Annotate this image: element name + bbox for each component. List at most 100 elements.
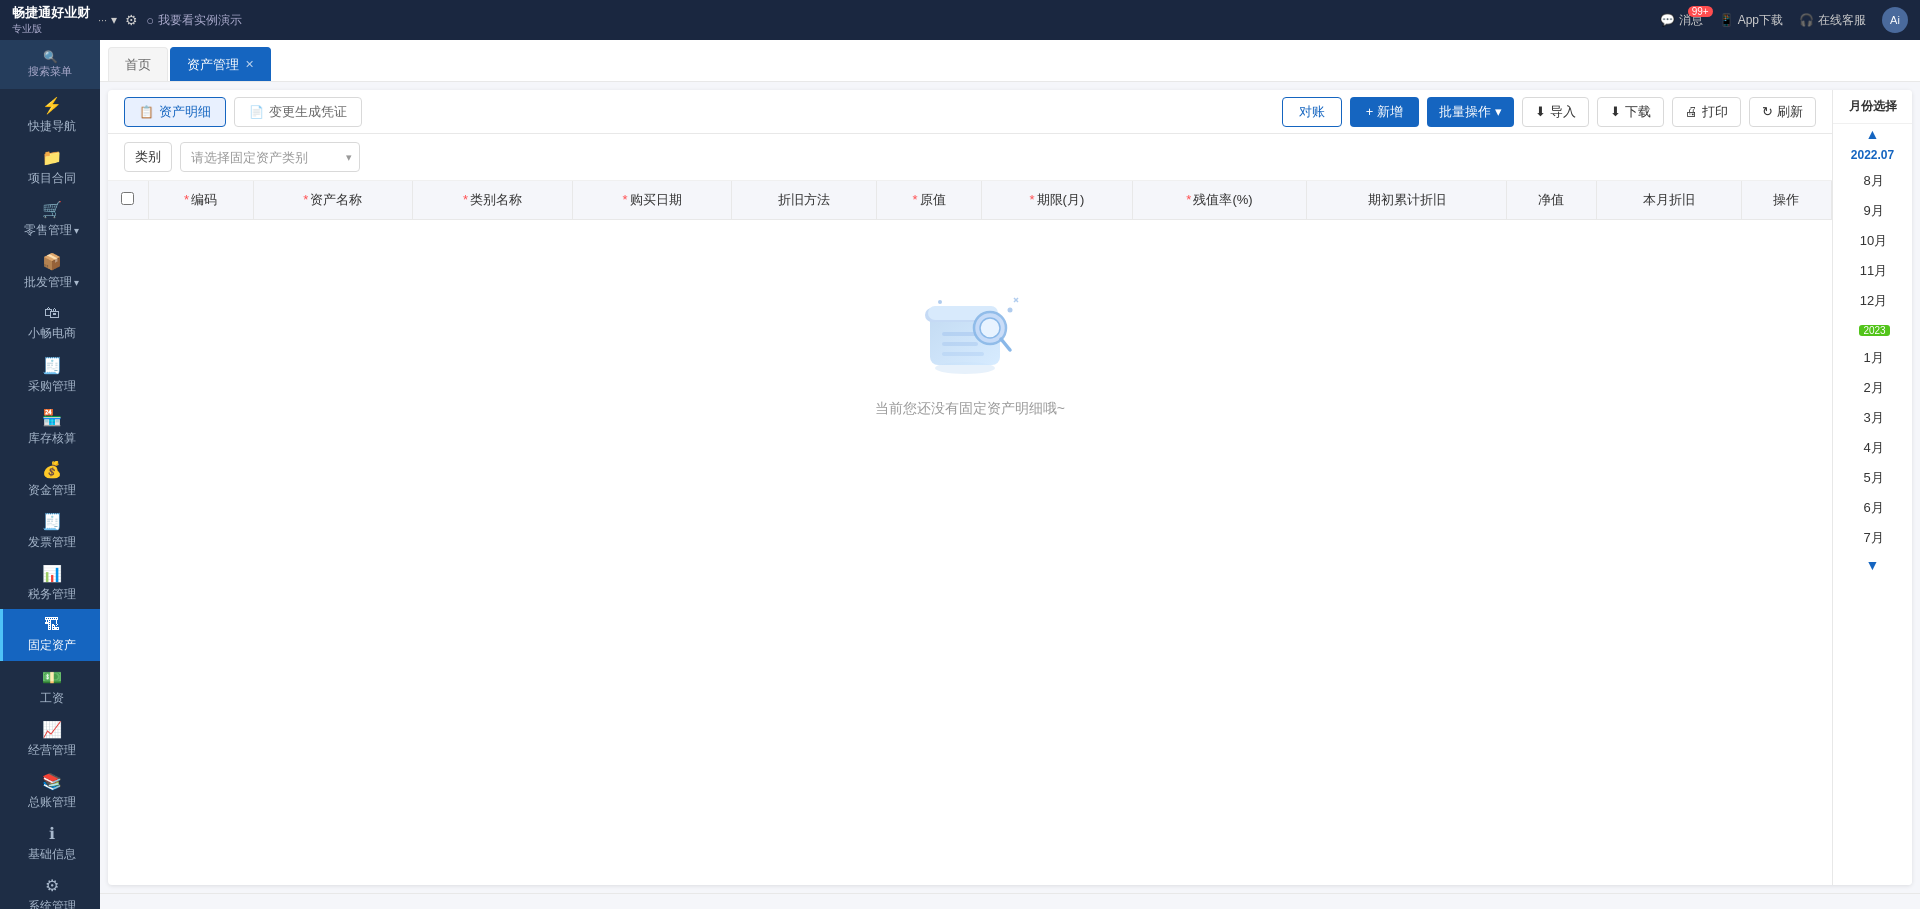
sidebar-item-invoice[interactable]: 🧾 发票管理 — [0, 505, 100, 557]
sidebar-item-ecommerce[interactable]: 🛍 小畅电商 — [0, 297, 100, 349]
month-item-9[interactable]: 9月 — [1833, 196, 1912, 226]
fixed-assets-icon: 🏗 — [44, 616, 60, 634]
print-button[interactable]: 🖨 打印 — [1672, 97, 1741, 127]
month-panel-header: 月份选择 — [1833, 90, 1912, 124]
demo-button[interactable]: ○ 我要看实例演示 — [146, 12, 242, 29]
svg-rect-5 — [942, 342, 978, 346]
add-button[interactable]: + 新增 — [1350, 97, 1419, 127]
main-layout: 🔍 搜索菜单 ⚡ 快捷导航 📁 项目合同 🛒 零售管理 ▾ 📦 批发管理 ▾ — [0, 40, 1920, 909]
tab-close-icon[interactable]: ✕ — [245, 58, 254, 71]
table-header-residual-rate: *残值率(%) — [1132, 181, 1307, 220]
table-header-monthly-depreciation: 本月折旧 — [1596, 181, 1741, 220]
sidebar-item-basic-info[interactable]: ℹ 基础信息 — [0, 817, 100, 869]
online-service-button[interactable]: 🎧 在线客服 — [1799, 12, 1866, 29]
sidebar-item-retail[interactable]: 🛒 零售管理 ▾ — [0, 193, 100, 245]
operations-icon: 📈 — [42, 720, 62, 739]
month-item-8[interactable]: 8月 — [1833, 166, 1912, 196]
nav-tabs: 首页 资产管理 ✕ — [100, 40, 1920, 82]
horizontal-scrollbar[interactable] — [100, 893, 1920, 909]
sidebar-item-tax[interactable]: 📊 税务管理 — [0, 557, 100, 609]
company-dropdown[interactable]: ··· ▾ — [98, 13, 117, 27]
sidebar-item-ledger[interactable]: 📚 总账管理 — [0, 765, 100, 817]
download-icon: ⬇ — [1610, 104, 1621, 119]
month-item-1[interactable]: 1月 — [1833, 343, 1912, 373]
import-button[interactable]: ⬇ 导入 — [1522, 97, 1589, 127]
table-header-operation: 操作 — [1741, 181, 1831, 220]
duizhang-button[interactable]: 对账 — [1282, 97, 1342, 127]
month-item-12[interactable]: 12月 — [1833, 286, 1912, 316]
empty-state: 当前您还没有固定资产明细哦~ — [108, 220, 1832, 458]
refresh-button[interactable]: ↻ 刷新 — [1749, 97, 1816, 127]
month-item-5[interactable]: 5月 — [1833, 463, 1912, 493]
sidebar-item-quick-nav[interactable]: ⚡ 快捷导航 — [0, 89, 100, 141]
month-item-3[interactable]: 3月 — [1833, 403, 1912, 433]
sidebar-item-purchase[interactable]: 🧾 采购管理 — [0, 349, 100, 401]
category-select-wrap: 请选择固定资产类别 ▾ — [180, 142, 360, 172]
sidebar-item-system[interactable]: ⚙ 系统管理 — [0, 869, 100, 909]
sidebar-item-fund[interactable]: 💰 资金管理 — [0, 453, 100, 505]
svg-rect-6 — [942, 352, 984, 356]
sidebar-item-fixed-assets[interactable]: 🏗 固定资产 — [0, 609, 100, 661]
basic-info-icon: ℹ — [49, 824, 55, 843]
month-nav-down[interactable]: ▼ — [1862, 553, 1884, 577]
user-avatar[interactable]: Ai — [1882, 7, 1908, 33]
batch-button[interactable]: 批量操作 ▾ — [1427, 97, 1514, 127]
table-header-code: *编码 — [148, 181, 253, 220]
month-item-7[interactable]: 7月 — [1833, 523, 1912, 553]
table-header-name: *资产名称 — [253, 181, 413, 220]
sub-tab-asset-detail[interactable]: 📋 资产明细 — [124, 97, 226, 127]
month-item-2[interactable]: 2月 — [1833, 373, 1912, 403]
headset-icon: 🎧 — [1799, 13, 1814, 27]
tab-home[interactable]: 首页 — [108, 47, 168, 81]
quick-nav-icon: ⚡ — [42, 96, 62, 115]
ecommerce-icon: 🛍 — [44, 304, 60, 322]
sub-tab-change-voucher[interactable]: 📄 变更生成凭证 — [234, 97, 362, 127]
svg-point-8 — [980, 318, 1000, 338]
table-header-purchase-date: *购买日期 — [572, 181, 732, 220]
download-button[interactable]: ⬇ 下载 — [1597, 97, 1664, 127]
message-button[interactable]: 💬 消息 99+ — [1660, 12, 1703, 29]
import-icon: ⬇ — [1535, 104, 1546, 119]
year-badge-2023: 2023 — [1859, 325, 1889, 336]
month-nav-up[interactable]: ▲ — [1864, 124, 1882, 144]
topbar: 畅捷通好业财 专业版 ··· ▾ ⚙ ○ 我要看实例演示 💬 消息 99+ 📱 … — [0, 0, 1920, 40]
tab-asset-management[interactable]: 资产管理 ✕ — [170, 47, 271, 81]
assets-table: *编码 *资产名称 *类别名称 *购买日期 折旧方法 *原值 *期限(月) *残… — [108, 181, 1832, 458]
page-content: 📋 资产明细 📄 变更生成凭证 对账 + 新增 批量操 — [108, 90, 1912, 885]
phone-icon: 📱 — [1719, 13, 1734, 27]
table-header-category: *类别名称 — [413, 181, 573, 220]
tax-icon: 📊 — [42, 564, 62, 583]
month-item-4[interactable]: 4月 — [1833, 433, 1912, 463]
category-select[interactable]: 请选择固定资产类别 — [180, 142, 360, 172]
filter-row: 类别 请选择固定资产类别 ▾ — [108, 134, 1832, 181]
table-header-period: *期限(月) — [982, 181, 1133, 220]
app-download-button[interactable]: 📱 App下载 — [1719, 12, 1783, 29]
empty-text: 当前您还没有固定资产明细哦~ — [875, 400, 1065, 418]
table-header-accumulated-depreciation: 期初累计折旧 — [1307, 181, 1506, 220]
sidebar-item-inventory[interactable]: 🏪 库存核算 — [0, 401, 100, 453]
category-label: 类别 — [124, 142, 172, 172]
select-all-checkbox[interactable] — [121, 192, 134, 205]
print-icon: 🖨 — [1685, 104, 1698, 119]
purchase-icon: 🧾 — [42, 356, 62, 375]
month-item-6[interactable]: 6月 — [1833, 493, 1912, 523]
month-item-10[interactable]: 10月 — [1833, 226, 1912, 256]
invoice-icon: 🧾 — [42, 512, 62, 531]
retail-icon: 🛒 — [42, 200, 62, 219]
sidebar-item-wholesale[interactable]: 📦 批发管理 ▾ — [0, 245, 100, 297]
sidebar-item-salary[interactable]: 💵 工资 — [0, 661, 100, 713]
inventory-icon: 🏪 — [42, 408, 62, 427]
sidebar-search[interactable]: 🔍 搜索菜单 — [0, 40, 100, 89]
sidebar-item-operations[interactable]: 📈 经营管理 — [0, 713, 100, 765]
batch-arrow-icon: ▾ — [1495, 104, 1502, 119]
sidebar-item-project[interactable]: 📁 项目合同 — [0, 141, 100, 193]
month-item-year-2023[interactable]: 2023 — [1833, 316, 1912, 343]
month-item-11[interactable]: 11月 — [1833, 256, 1912, 286]
month-panel-current-year[interactable]: 2022.07 — [1847, 144, 1898, 166]
inner-content: 📋 资产明细 📄 变更生成凭证 对账 + 新增 批量操 — [108, 90, 1832, 885]
settings-icon[interactable]: ⚙ — [125, 12, 138, 28]
refresh-icon: ↻ — [1762, 104, 1773, 119]
topbar-left: 畅捷通好业财 专业版 ··· ▾ ⚙ ○ 我要看实例演示 — [12, 4, 242, 36]
topbar-right: 💬 消息 99+ 📱 App下载 🎧 在线客服 Ai — [1660, 7, 1908, 33]
app-logo: 畅捷通好业财 专业版 — [12, 4, 90, 36]
